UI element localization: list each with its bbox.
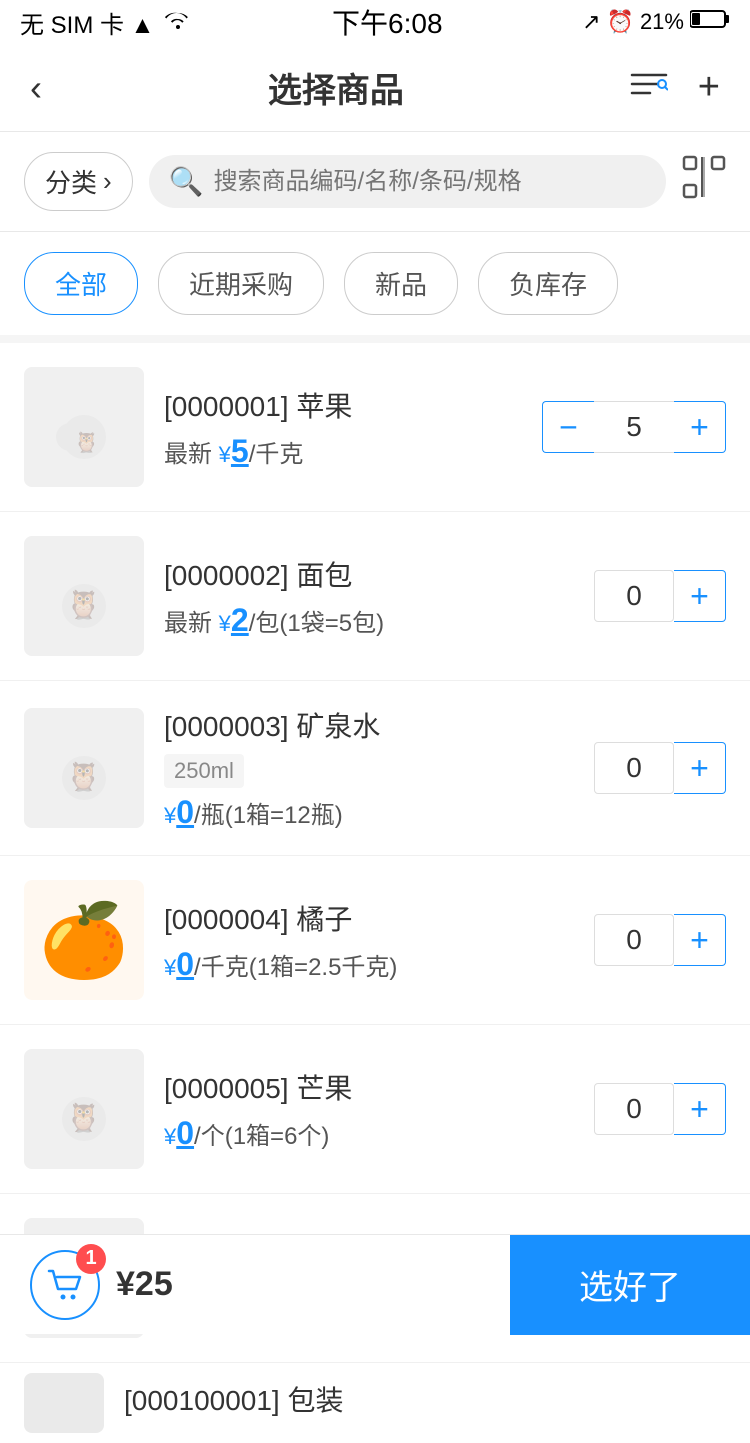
back-button[interactable]: ‹ (30, 67, 42, 109)
svg-text:🦉: 🦉 (66, 1102, 101, 1134)
product-image-partial (24, 1373, 104, 1433)
product-info: [0000002] 面包 最新 ¥2/包(1袋=5包) (164, 554, 574, 639)
filter-tabs: 全部 近期采购 新品 负库存 (0, 232, 750, 343)
confirm-button[interactable]: 选好了 (510, 1235, 750, 1335)
quantity-control: + (594, 570, 726, 622)
location-icon: ↗ (582, 9, 600, 35)
page-title: 选择商品 (268, 63, 404, 112)
status-time: 下午6:08 (332, 2, 443, 42)
product-spec: 250ml (164, 754, 244, 788)
battery-text: 21% (640, 9, 684, 35)
product-info: [0000001] 苹果 最新 ¥5/千克 (164, 385, 522, 470)
cart-area: 1 ¥25 (0, 1250, 510, 1320)
scan-icon[interactable] (682, 155, 726, 208)
status-bar: 无 SIM 卡 ▲ 下午6:08 ↗ ⏰ 21% (0, 0, 750, 44)
product-price: ¥0/个(1箱=6个) (164, 1115, 574, 1152)
product-name: [0000002] 面包 (164, 554, 574, 594)
product-info: [0000005] 芒果 ¥0/个(1箱=6个) (164, 1067, 574, 1152)
svg-text:🦉: 🦉 (66, 761, 101, 793)
nav-right-actions: + (630, 66, 720, 109)
tab-all[interactable]: 全部 (24, 252, 138, 315)
filter-icon[interactable] (630, 66, 668, 109)
increase-button[interactable]: + (674, 742, 726, 794)
increase-button[interactable]: + (674, 401, 726, 453)
alarm-icon: ⏰ (607, 9, 634, 35)
svg-text:🦉: 🦉 (66, 589, 101, 621)
product-info: [0000003] 矿泉水 250ml ¥0/瓶(1箱=12瓶) (164, 705, 574, 831)
product-item: 🍊 [0000004] 橘子 ¥0/千克(1箱=2.5千克) + (0, 856, 750, 1025)
product-info: [0000004] 橘子 ¥0/千克(1箱=2.5千克) (164, 898, 574, 983)
search-input-wrap[interactable]: 🔍 (149, 155, 666, 208)
product-name: [0000005] 芒果 (164, 1067, 574, 1107)
quantity-input[interactable] (594, 570, 674, 622)
product-name-partial: [000100001] 包装 (124, 1379, 726, 1419)
product-name: [0000004] 橘子 (164, 898, 574, 938)
tab-negative[interactable]: 负库存 (478, 252, 618, 315)
product-image: 🦉 (24, 1049, 144, 1169)
product-name: [0000003] 矿泉水 (164, 705, 574, 745)
product-image: 🍊 (24, 880, 144, 1000)
product-image: 🦉 (24, 367, 144, 487)
quantity-input[interactable] (594, 914, 674, 966)
nav-bar: ‹ 选择商品 + (0, 44, 750, 132)
cart-badge: 1 (76, 1244, 106, 1274)
quantity-control: + (594, 742, 726, 794)
search-area: 分类 › 🔍 (0, 132, 750, 232)
increase-button[interactable]: + (674, 1083, 726, 1135)
wifi-icon (164, 8, 192, 36)
tab-new[interactable]: 新品 (344, 252, 458, 315)
product-image: 🦉 (24, 708, 144, 828)
search-input[interactable] (214, 168, 646, 196)
add-icon[interactable]: + (698, 66, 720, 109)
quantity-control: − + (542, 401, 726, 453)
category-label: 分类 (45, 163, 97, 200)
increase-button[interactable]: + (674, 914, 726, 966)
product-image: 🦉 (24, 536, 144, 656)
tab-recent[interactable]: 近期采购 (158, 252, 324, 315)
product-price: ¥0/千克(1箱=2.5千克) (164, 946, 574, 983)
product-item: 🦉 [0000002] 面包 最新 ¥2/包(1袋=5包) + (0, 512, 750, 681)
product-item: 🦉 [0000005] 芒果 ¥0/个(1箱=6个) + (0, 1025, 750, 1194)
product-item-partial: [000100001] 包装 (0, 1363, 750, 1443)
quantity-input[interactable] (594, 401, 674, 453)
product-item: 🦉 [0000001] 苹果 最新 ¥5/千克 − + (0, 343, 750, 512)
category-button[interactable]: 分类 › (24, 152, 133, 211)
quantity-control: + (594, 914, 726, 966)
decrease-button[interactable]: − (542, 401, 594, 453)
category-arrow: › (103, 166, 112, 197)
cart-button[interactable]: 1 (30, 1250, 100, 1320)
product-item: 🦉 [0000003] 矿泉水 250ml ¥0/瓶(1箱=12瓶) + (0, 681, 750, 856)
product-name: [0000001] 苹果 (164, 385, 522, 425)
cart-total: ¥25 (116, 1265, 173, 1304)
no-sim-text: 无 SIM 卡 ▲ (20, 5, 154, 40)
quantity-control: + (594, 1083, 726, 1135)
status-left: 无 SIM 卡 ▲ (20, 5, 192, 40)
product-price: 最新 ¥2/包(1袋=5包) (164, 602, 574, 639)
svg-text:🦉: 🦉 (74, 431, 99, 454)
bottom-bar: 1 ¥25 选好了 (0, 1234, 750, 1334)
product-price: ¥0/瓶(1箱=12瓶) (164, 794, 574, 831)
increase-button[interactable]: + (674, 570, 726, 622)
search-icon: 🔍 (169, 165, 204, 198)
product-price: 最新 ¥5/千克 (164, 433, 522, 470)
product-info-partial: [000100001] 包装 (124, 1379, 726, 1427)
battery-icon (690, 9, 730, 35)
status-right: ↗ ⏰ 21% (582, 9, 730, 35)
quantity-input[interactable] (594, 742, 674, 794)
quantity-input[interactable] (594, 1083, 674, 1135)
